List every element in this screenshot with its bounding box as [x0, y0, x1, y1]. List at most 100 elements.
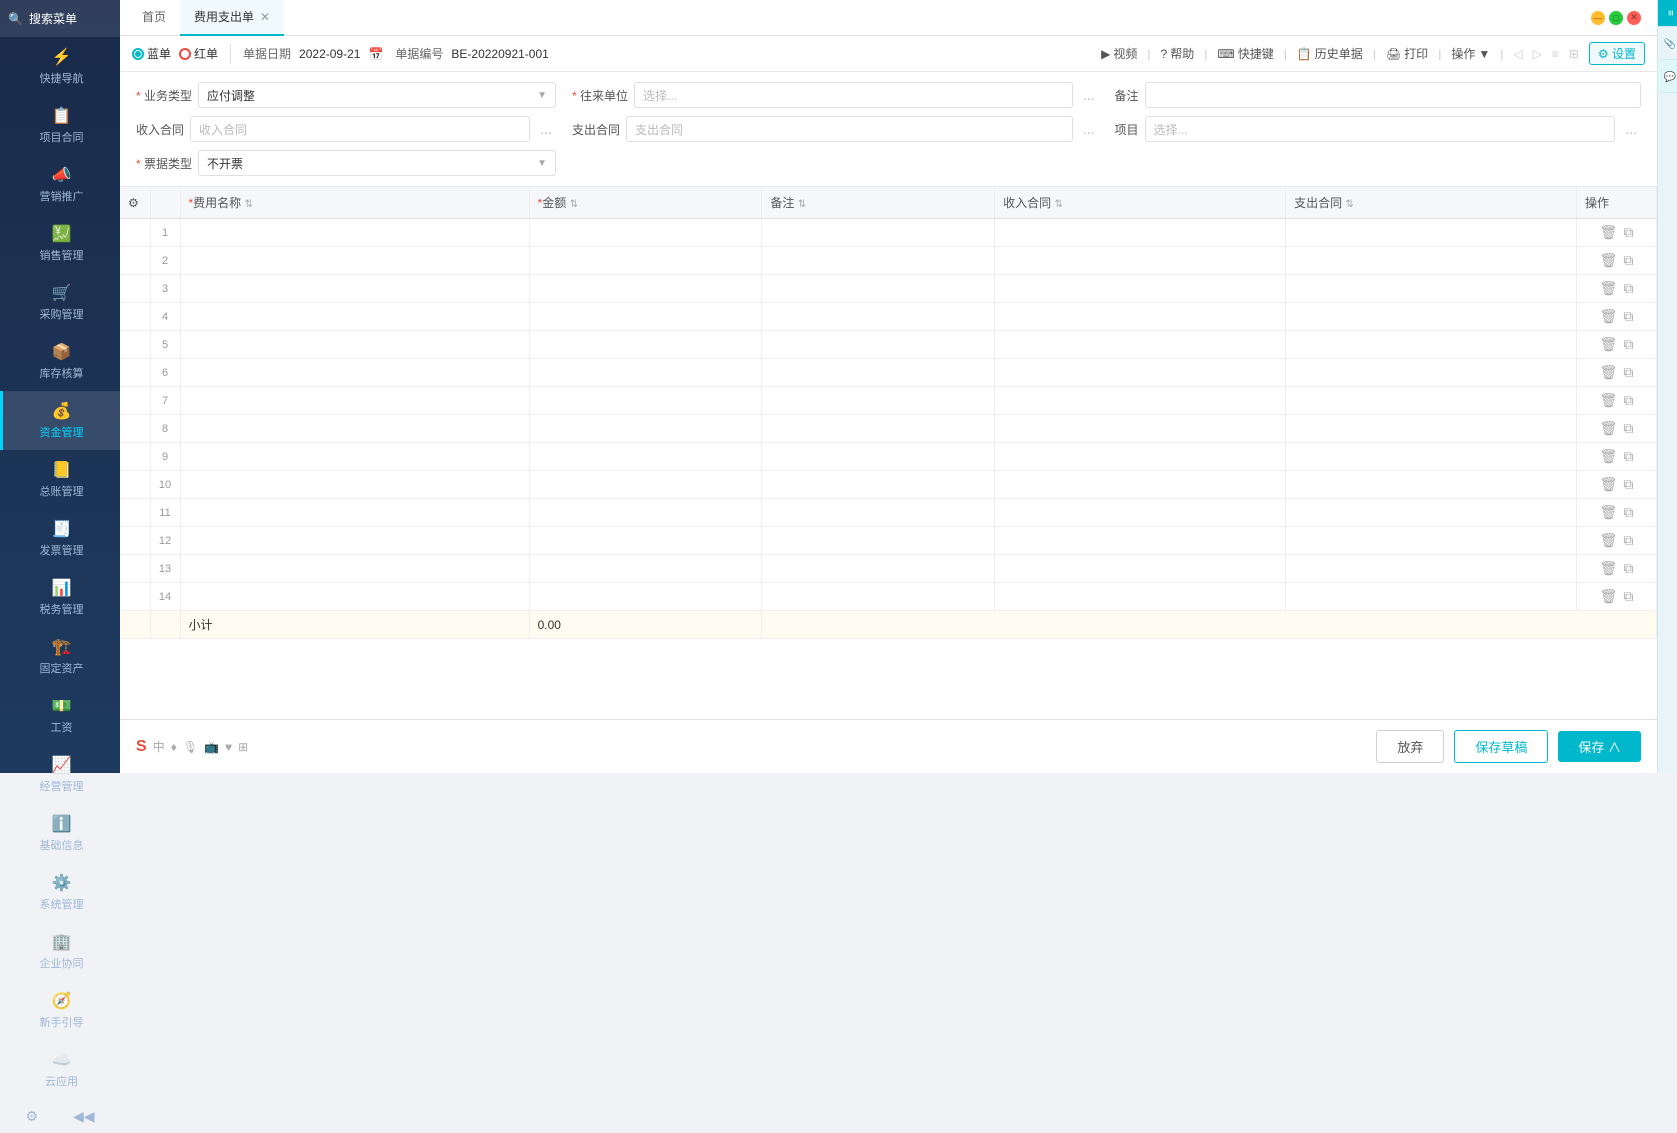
cell-expense-contract-13[interactable]: [1286, 555, 1577, 583]
cell-remark-6[interactable]: [762, 359, 995, 387]
copy-row-9[interactable]: ⧉: [1623, 448, 1633, 465]
delete-row-8[interactable]: 🗑: [1600, 420, 1618, 437]
sidebar-item-inventory[interactable]: 📦库存核算: [0, 332, 120, 391]
right-panel-tab-1[interactable]: ≡: [1658, 0, 1677, 27]
delete-row-3[interactable]: 🗑: [1600, 280, 1618, 297]
cell-expense-name-11[interactable]: [180, 499, 529, 527]
cell-amount-4[interactable]: [529, 303, 762, 331]
sidebar-item-quick-nav[interactable]: ⚡快捷导航: [0, 37, 120, 96]
cell-expense-name-3[interactable]: [180, 275, 529, 303]
red-bill-radio[interactable]: 红单: [179, 45, 218, 62]
cell-remark-9[interactable]: [762, 443, 995, 471]
cell-expense-contract-10[interactable]: [1286, 471, 1577, 499]
tab-home[interactable]: 首页: [128, 0, 180, 36]
cell-amount-8[interactable]: [529, 415, 762, 443]
cell-amount-5[interactable]: [529, 331, 762, 359]
cell-amount-9[interactable]: [529, 443, 762, 471]
copy-row-5[interactable]: ⧉: [1623, 336, 1633, 353]
sound-icon[interactable]: ◀◀: [73, 1108, 95, 1125]
sidebar-item-project-contract[interactable]: 📋项目合同: [0, 96, 120, 155]
cell-amount-7[interactable]: [529, 387, 762, 415]
cell-income-contract-7[interactable]: [995, 387, 1286, 415]
project-input[interactable]: 选择...: [1145, 116, 1616, 142]
cell-remark-5[interactable]: [762, 331, 995, 359]
cell-income-contract-10[interactable]: [995, 471, 1286, 499]
delete-row-10[interactable]: 🗑: [1600, 476, 1618, 493]
cell-income-contract-4[interactable]: [995, 303, 1286, 331]
sort-expense-name[interactable]: ⇅: [245, 199, 253, 210]
cell-income-contract-12[interactable]: [995, 527, 1286, 555]
cell-amount-13[interactable]: [529, 555, 762, 583]
delete-row-13[interactable]: 🗑: [1600, 560, 1618, 577]
cell-remark-4[interactable]: [762, 303, 995, 331]
sidebar-item-system-mgmt[interactable]: ⚙️系统管理: [0, 863, 120, 922]
cell-expense-contract-7[interactable]: [1286, 387, 1577, 415]
copy-row-7[interactable]: ⧉: [1623, 392, 1633, 409]
sidebar-item-invoice-mgmt[interactable]: 🧾发票管理: [0, 509, 120, 568]
history-btn[interactable]: 📋 历史单据: [1297, 45, 1363, 62]
sidebar-item-purchase-mgmt[interactable]: 🛒采购管理: [0, 273, 120, 332]
cell-expense-name-9[interactable]: [180, 443, 529, 471]
sidebar-item-cloud-apps[interactable]: ☁️云应用: [0, 1040, 120, 1099]
sidebar-item-salary[interactable]: 💵工资: [0, 686, 120, 745]
sidebar-item-capital-mgmt[interactable]: 💰资金管理: [0, 391, 120, 450]
delete-row-4[interactable]: 🗑: [1600, 308, 1618, 325]
delete-row-9[interactable]: 🗑: [1600, 448, 1618, 465]
cell-income-contract-9[interactable]: [995, 443, 1286, 471]
print-btn[interactable]: 🖨 打印: [1386, 45, 1428, 62]
cell-remark-8[interactable]: [762, 415, 995, 443]
cell-expense-contract-2[interactable]: [1286, 247, 1577, 275]
cell-expense-name-5[interactable]: [180, 331, 529, 359]
business-type-input[interactable]: 应付调整 ▼: [198, 82, 556, 108]
right-panel-tab-3[interactable]: 💬: [1658, 60, 1677, 93]
expense-contract-input[interactable]: 支出合同: [626, 116, 1073, 142]
cell-amount-10[interactable]: [529, 471, 762, 499]
sidebar-item-basic-info[interactable]: ℹ️基础信息: [0, 804, 120, 863]
sidebar-item-enterprise[interactable]: 🏢企业协同: [0, 922, 120, 981]
right-panel-tab-2[interactable]: 📎: [1658, 27, 1677, 60]
cell-remark-13[interactable]: [762, 555, 995, 583]
income-contract-dots[interactable]: ...: [536, 121, 556, 137]
copy-row-10[interactable]: ⧉: [1623, 476, 1633, 493]
project-dots[interactable]: ...: [1621, 121, 1641, 137]
cell-remark-12[interactable]: [762, 527, 995, 555]
sidebar-item-accounting[interactable]: 📒总账管理: [0, 450, 120, 509]
delete-row-12[interactable]: 🗑: [1600, 532, 1618, 549]
cell-expense-name-14[interactable]: [180, 583, 529, 611]
cell-expense-contract-5[interactable]: [1286, 331, 1577, 359]
th-settings[interactable]: ⚙: [120, 187, 150, 219]
cell-expense-name-2[interactable]: [180, 247, 529, 275]
sort-amount[interactable]: ⇅: [570, 199, 578, 210]
cell-income-contract-8[interactable]: [995, 415, 1286, 443]
expense-contract-dots[interactable]: ...: [1079, 121, 1099, 137]
cell-remark-2[interactable]: [762, 247, 995, 275]
maximize-button[interactable]: □: [1609, 11, 1623, 25]
save-button[interactable]: 保存 ∧: [1558, 731, 1641, 762]
cell-expense-contract-12[interactable]: [1286, 527, 1577, 555]
minimize-button[interactable]: —: [1591, 11, 1605, 25]
cell-expense-name-4[interactable]: [180, 303, 529, 331]
copy-row-8[interactable]: ⧉: [1623, 420, 1633, 437]
cell-expense-name-7[interactable]: [180, 387, 529, 415]
tab-expense-form[interactable]: 费用支出单 ✕: [180, 0, 284, 36]
cell-remark-11[interactable]: [762, 499, 995, 527]
cell-remark-14[interactable]: [762, 583, 995, 611]
calendar-icon[interactable]: 📅: [368, 47, 383, 61]
delete-row-11[interactable]: 🗑: [1600, 504, 1618, 521]
cell-income-contract-5[interactable]: [995, 331, 1286, 359]
copy-row-6[interactable]: ⧉: [1623, 364, 1633, 381]
invoice-type-input[interactable]: 不开票 ▼: [198, 150, 556, 176]
discard-button[interactable]: 放弃: [1376, 730, 1444, 763]
cell-expense-name-1[interactable]: [180, 219, 529, 247]
cell-income-contract-6[interactable]: [995, 359, 1286, 387]
sidebar-search[interactable]: 🔍 搜索菜单: [0, 0, 120, 37]
cell-expense-name-12[interactable]: [180, 527, 529, 555]
help-btn[interactable]: ? 帮助: [1161, 45, 1195, 62]
copy-row-2[interactable]: ⧉: [1623, 252, 1633, 269]
copy-row-14[interactable]: ⧉: [1623, 588, 1633, 605]
cell-expense-name-6[interactable]: [180, 359, 529, 387]
copy-row-1[interactable]: ⧉: [1623, 224, 1633, 241]
cell-income-contract-14[interactable]: [995, 583, 1286, 611]
sort-expense-contract[interactable]: ⇅: [1345, 199, 1353, 210]
sort-income-contract[interactable]: ⇅: [1054, 199, 1062, 210]
